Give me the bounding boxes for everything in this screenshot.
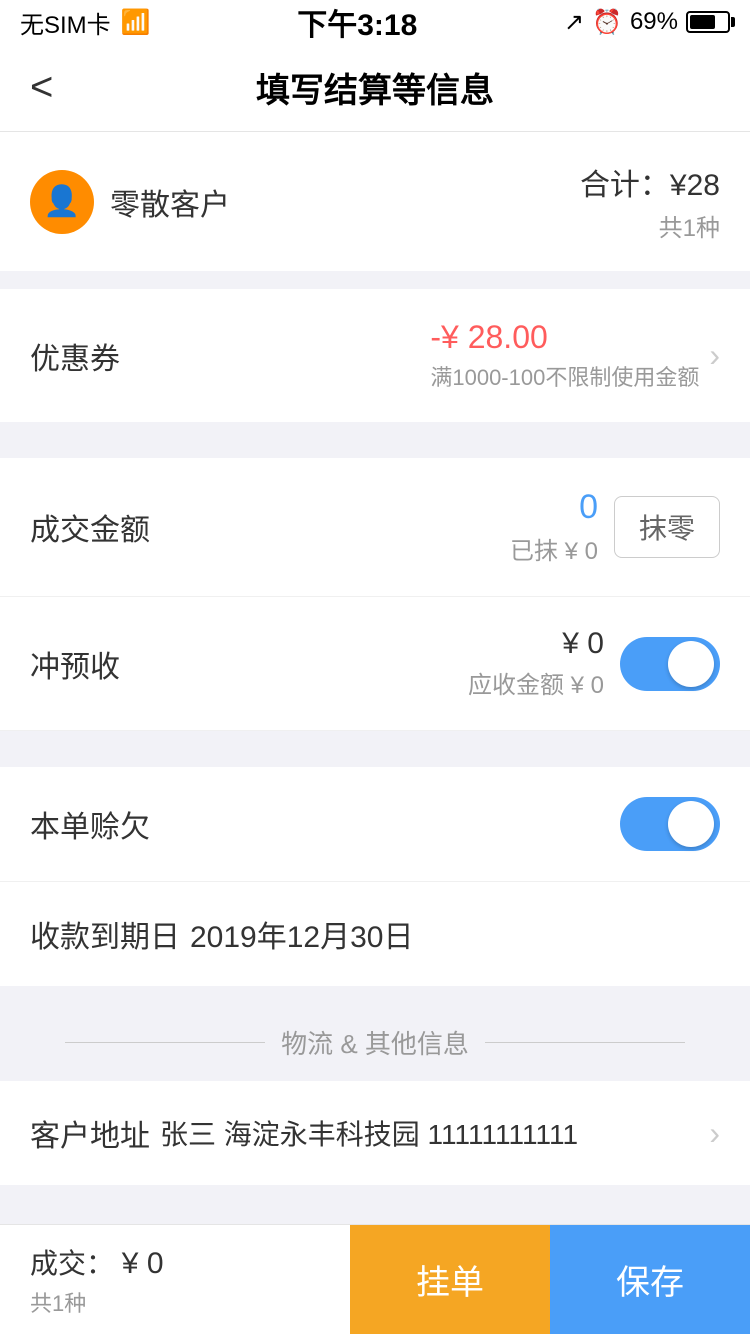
prepayment-toggle[interactable] (620, 637, 720, 691)
content: 👤 零散客户 合计：¥28 共1种 优惠券 -¥ 28.00 满1000-100… (0, 132, 750, 1323)
coupon-section[interactable]: 优惠券 -¥ 28.00 满1000-100不限制使用金额 › (0, 289, 750, 422)
prepayment-right: ¥ 0 应收金额 ¥ 0 (150, 627, 720, 700)
prepayment-sub: 应收金额 ¥ 0 (468, 665, 604, 700)
customer-row: 👤 零散客户 合计：¥28 共1种 (30, 160, 720, 243)
coupon-label: 优惠券 (30, 334, 150, 378)
status-left: 无SIM卡 📶 (20, 5, 151, 40)
prepayment-label: 冲预收 (30, 642, 150, 686)
duedate-row: 收款到期日 2019年12月30日 (0, 882, 750, 986)
battery-percent: 69% (630, 8, 678, 36)
coupon-discount: -¥ 28.00 (430, 319, 699, 356)
page-title: 填写结算等信息 (256, 63, 494, 112)
avatar-icon: 👤 (43, 184, 80, 219)
logistics-label: 物流 & 其他信息 (281, 1024, 469, 1061)
customer-right: 合计：¥28 共1种 (580, 160, 720, 243)
nav-bar: < 填写结算等信息 (0, 44, 750, 132)
save-button[interactable]: 保存 (550, 1225, 750, 1334)
bottom-deal-amount: ¥ 0 (122, 1247, 164, 1280)
coupon-row[interactable]: 优惠券 -¥ 28.00 满1000-100不限制使用金额 › (0, 289, 750, 422)
divider-2 (0, 749, 750, 767)
amount-section: 成交金额 0 已抹 ¥ 0 抹零 冲预收 ¥ 0 应收金额 ¥ 0 (0, 458, 750, 731)
toggle-circle (668, 641, 714, 687)
coupon-details: -¥ 28.00 满1000-100不限制使用金额 (430, 319, 699, 392)
deal-amount-row: 成交金额 0 已抹 ¥ 0 抹零 (0, 458, 750, 597)
sim-status: 无SIM卡 (20, 5, 111, 40)
credit-label: 本单赊欠 (30, 802, 150, 846)
bottom-deal-row: 成交： ¥ 0 (30, 1242, 350, 1282)
deal-amount-sub: 已抹 ¥ 0 (510, 531, 598, 566)
divider-1 (0, 440, 750, 458)
deal-amount-col: 0 已抹 ¥ 0 (510, 488, 598, 566)
back-button[interactable]: < (30, 65, 53, 110)
coupon-right: -¥ 28.00 满1000-100不限制使用金额 › (430, 319, 720, 392)
status-right: ↗ ⏰ 69% (564, 8, 730, 37)
customer-section: 👤 零散客户 合计：¥28 共1种 (0, 132, 750, 271)
address-chevron-icon: › (709, 1115, 720, 1152)
prepayment-row: 冲预收 ¥ 0 应收金额 ¥ 0 (0, 597, 750, 731)
round-off-button[interactable]: 抹零 (614, 496, 720, 558)
location-icon: ↗ (564, 8, 584, 37)
total-count: 共1种 (580, 208, 720, 243)
deal-amount-label: 成交金额 (30, 505, 150, 549)
alarm-icon: ⏰ (592, 8, 622, 37)
credit-section: 本单赊欠 收款到期日 2019年12月30日 (0, 767, 750, 986)
status-bar: 无SIM卡 📶 下午3:18 ↗ ⏰ 69% (0, 0, 750, 44)
chevron-right-icon: › (709, 337, 720, 374)
credit-row: 本单赊欠 (0, 767, 750, 882)
status-time: 下午3:18 (297, 0, 417, 44)
address-row[interactable]: 客户地址 张三 海淀永丰科技园 11111111111 › (0, 1081, 750, 1185)
credit-right (150, 797, 720, 851)
avatar: 👤 (30, 170, 94, 234)
credit-toggle-circle (668, 801, 714, 847)
deal-amount-right: 0 已抹 ¥ 0 抹零 (150, 488, 720, 566)
coupon-desc: 满1000-100不限制使用金额 (430, 360, 699, 392)
wifi-icon: 📶 (121, 8, 151, 37)
bottom-deal-label: 成交： (30, 1248, 114, 1279)
bottom-count: 共1种 (30, 1286, 350, 1318)
address-value: 张三 海淀永丰科技园 11111111111 (160, 1113, 709, 1153)
customer-left: 👤 零散客户 (30, 170, 230, 234)
duedate-value: 2019年12月30日 (190, 912, 413, 956)
pending-button[interactable]: 挂单 (350, 1225, 550, 1334)
total-amount: 合计：¥28 (580, 160, 720, 204)
address-section[interactable]: 客户地址 张三 海淀永丰科技园 11111111111 › (0, 1081, 750, 1185)
prepayment-col: ¥ 0 应收金额 ¥ 0 (468, 627, 604, 700)
prepayment-value: ¥ 0 (562, 627, 604, 661)
bottom-info: 成交： ¥ 0 共1种 (0, 1225, 350, 1334)
address-label: 客户地址 (30, 1111, 150, 1155)
customer-name: 零散客户 (110, 180, 230, 224)
credit-toggle[interactable] (620, 797, 720, 851)
bottom-bar: 成交： ¥ 0 共1种 挂单 保存 (0, 1224, 750, 1334)
duedate-label: 收款到期日 (30, 912, 180, 956)
battery-icon (686, 11, 730, 33)
logistics-header: 物流 & 其他信息 (0, 1004, 750, 1081)
deal-amount-value: 0 (579, 488, 598, 527)
